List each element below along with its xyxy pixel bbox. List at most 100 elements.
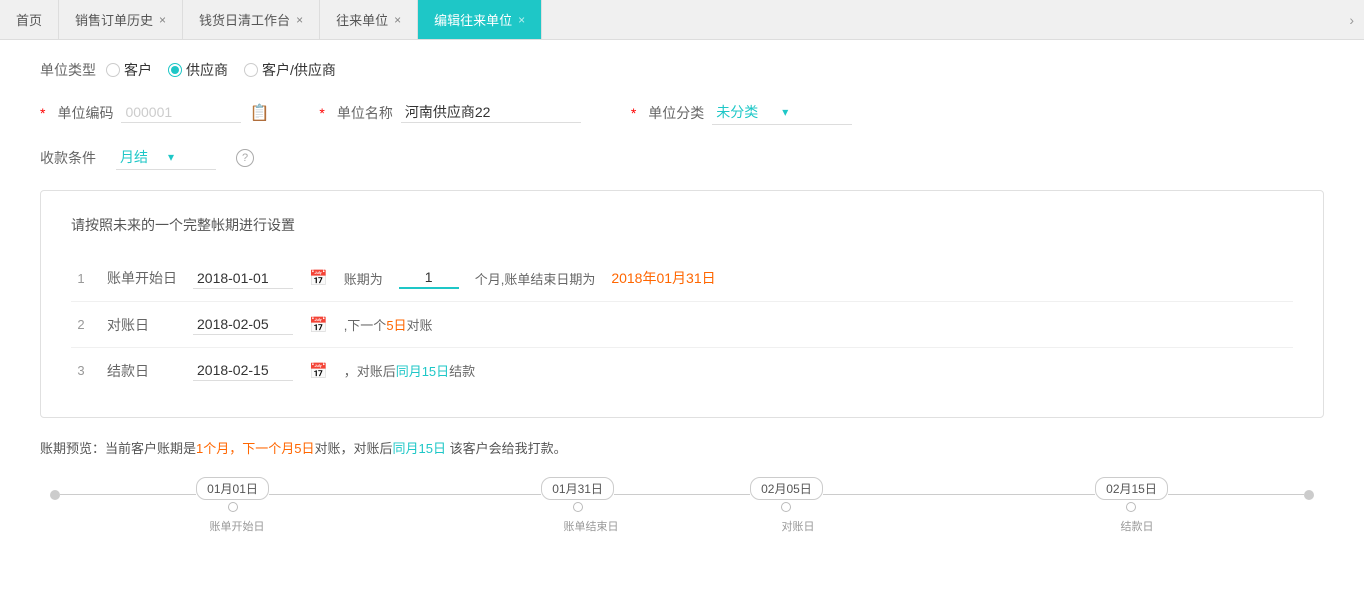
settings-panel: 请按照未来的一个完整帐期进行设置 1 账单开始日 📅 账期为 个月,账单结束日期…	[40, 190, 1324, 418]
step-2-date-input[interactable]	[193, 314, 293, 335]
unit-name-label: 单位名称	[337, 103, 393, 123]
step-2-num: 2	[71, 317, 91, 332]
help-icon[interactable]: ?	[236, 149, 254, 167]
tab-edit-label: 编辑往来单位	[434, 10, 512, 29]
timeline-label-4: 结款日	[1112, 518, 1162, 534]
tl-line-2	[269, 494, 541, 495]
step-1-calendar-icon[interactable]: 📅	[309, 269, 328, 287]
unit-category-required: *	[631, 105, 636, 121]
timeline-label-2-text: 账单结束日	[564, 518, 619, 534]
timeline-label-1-text: 账单开始日	[210, 518, 265, 534]
timeline-node-2: 01月31日	[541, 477, 614, 512]
tab-home-label: 首页	[16, 10, 42, 29]
timeline-node-1-circle	[228, 502, 238, 512]
unit-category-label: 单位分类	[648, 103, 704, 123]
tl-line-5	[1168, 494, 1304, 495]
timeline-label-3-text: 对账日	[782, 518, 815, 534]
unit-code-input[interactable]	[121, 102, 241, 123]
tab-sales-close-icon[interactable]: ×	[159, 13, 166, 27]
step-3-prefix: ，对账后	[344, 364, 396, 379]
tab-edit-close-icon[interactable]: ×	[518, 13, 525, 27]
radio-customer-supplier-circle	[244, 63, 258, 77]
tab-cash-label: 钱货日清工作台	[199, 10, 290, 29]
tab-counterpart-close-icon[interactable]: ×	[394, 13, 401, 27]
tl-line-1	[60, 494, 196, 495]
unit-category-field-group: * 单位分类 未分类 ▾	[631, 100, 852, 125]
timeline-label-2: 账单结束日	[556, 518, 626, 534]
timeline-node-1: 01月01日	[196, 477, 269, 512]
unit-name-input[interactable]	[401, 102, 581, 123]
payment-terms-value: 月结	[120, 147, 164, 167]
radio-group: 客户 供应商 客户/供应商	[106, 60, 336, 80]
timeline-node-2-circle	[573, 502, 583, 512]
radio-customer-supplier-label: 客户/供应商	[262, 60, 336, 80]
step-1-date-input[interactable]	[193, 268, 293, 289]
radio-supplier-label: 供应商	[186, 60, 228, 80]
tab-cash-goods[interactable]: 钱货日清工作台 ×	[183, 0, 320, 39]
step-1-middle-text: 账期为	[344, 269, 383, 288]
tab-sales-order-history[interactable]: 销售订单历史 ×	[59, 0, 183, 39]
step-1-suffix: 个月,账单结束日期为	[475, 269, 596, 288]
timeline-node-4-date: 02月15日	[1095, 477, 1168, 500]
timeline-track: 01月01日 01月31日 02月05日 02月15日	[50, 477, 1314, 512]
step-2-row: 2 对账日 📅 ,下一个5日对账	[71, 302, 1293, 348]
panel-instruction: 请按照未来的一个完整帐期进行设置	[71, 215, 1293, 235]
unit-category-value: 未分类	[716, 102, 782, 122]
step-2-desc: ,下一个5日对账	[344, 315, 433, 334]
step-3-num: 3	[71, 363, 91, 378]
step-3-desc: ，对账后同月15日结款	[344, 361, 476, 380]
radio-customer[interactable]: 客户	[106, 60, 152, 80]
unit-code-required: *	[40, 105, 45, 121]
tab-counterpart[interactable]: 往来单位 ×	[320, 0, 418, 39]
step-3-row: 3 结款日 📅 ，对账后同月15日结款	[71, 348, 1293, 393]
unit-category-arrow-icon: ▾	[782, 105, 848, 119]
step-1-label: 账单开始日	[107, 268, 177, 288]
step-1-row: 1 账单开始日 📅 账期为 个月,账单结束日期为 2018年01月31日	[71, 255, 1293, 302]
preview-p2: 下一个月5日	[242, 441, 314, 456]
step-1-num: 1	[71, 271, 91, 286]
step-2-label: 对账日	[107, 315, 177, 335]
unit-code-field-group: * 单位编码 📋	[40, 102, 269, 123]
unit-category-dropdown[interactable]: 未分类 ▾	[712, 100, 852, 125]
tab-edit-counterpart[interactable]: 编辑往来单位 ×	[418, 0, 542, 39]
timeline-section: 01月01日 01月31日 02月05日 02月15日	[40, 477, 1324, 534]
step-2-prefix: ,下一个	[344, 318, 387, 333]
step-3-calendar-icon[interactable]: 📅	[309, 362, 328, 380]
payment-terms-row: 收款条件 月结 ▾ ?	[40, 145, 1324, 170]
preview-p5: 该客户会给我打款。	[450, 441, 567, 456]
timeline-node-1-date: 01月01日	[196, 477, 269, 500]
step-2-calendar-icon[interactable]: 📅	[309, 316, 328, 334]
preview-label: 账期预览：当前客户账期是	[40, 441, 196, 456]
fields-row: * 单位编码 📋 * 单位名称 * 单位分类 未分类 ▾	[40, 100, 1324, 125]
preview-p1: 1个月，	[196, 441, 242, 456]
step-3-label: 结款日	[107, 361, 177, 381]
tab-cash-close-icon[interactable]: ×	[296, 13, 303, 27]
radio-supplier[interactable]: 供应商	[168, 60, 228, 80]
tl-line-3	[614, 494, 750, 495]
preview-p4: 同月15日	[393, 441, 446, 456]
tab-counterpart-label: 往来单位	[336, 10, 388, 29]
timeline-end-dot	[1304, 490, 1314, 500]
step-3-date-input[interactable]	[193, 360, 293, 381]
tab-home[interactable]: 首页	[0, 0, 59, 39]
payment-terms-dropdown[interactable]: 月结 ▾	[116, 145, 216, 170]
timeline-node-3: 02月05日	[750, 477, 823, 512]
timeline-start-dot	[50, 490, 60, 500]
unit-name-field-group: * 单位名称	[319, 102, 580, 123]
unit-type-row: 单位类型 客户 供应商 客户/供应商	[40, 60, 1324, 80]
preview-p3: 对账，对账后	[314, 441, 392, 456]
payment-terms-label: 收款条件	[40, 148, 96, 168]
payment-terms-arrow-icon: ▾	[168, 150, 212, 164]
radio-customer-circle	[106, 63, 120, 77]
unit-type-label: 单位类型	[40, 60, 96, 80]
tab-more-arrow[interactable]: ›	[1339, 0, 1364, 39]
timeline-label-1: 账单开始日	[202, 518, 272, 534]
step-1-end-date: 2018年01月31日	[611, 268, 715, 288]
timeline-node-4: 02月15日	[1095, 477, 1168, 512]
step-3-highlight: 同月15日	[396, 364, 449, 379]
radio-customer-supplier[interactable]: 客户/供应商	[244, 60, 336, 80]
unit-code-copy-icon[interactable]: 📋	[249, 103, 269, 123]
period-months-input[interactable]	[399, 267, 459, 289]
step-2-highlight: 5日	[386, 318, 406, 333]
timeline-node-3-date: 02月05日	[750, 477, 823, 500]
